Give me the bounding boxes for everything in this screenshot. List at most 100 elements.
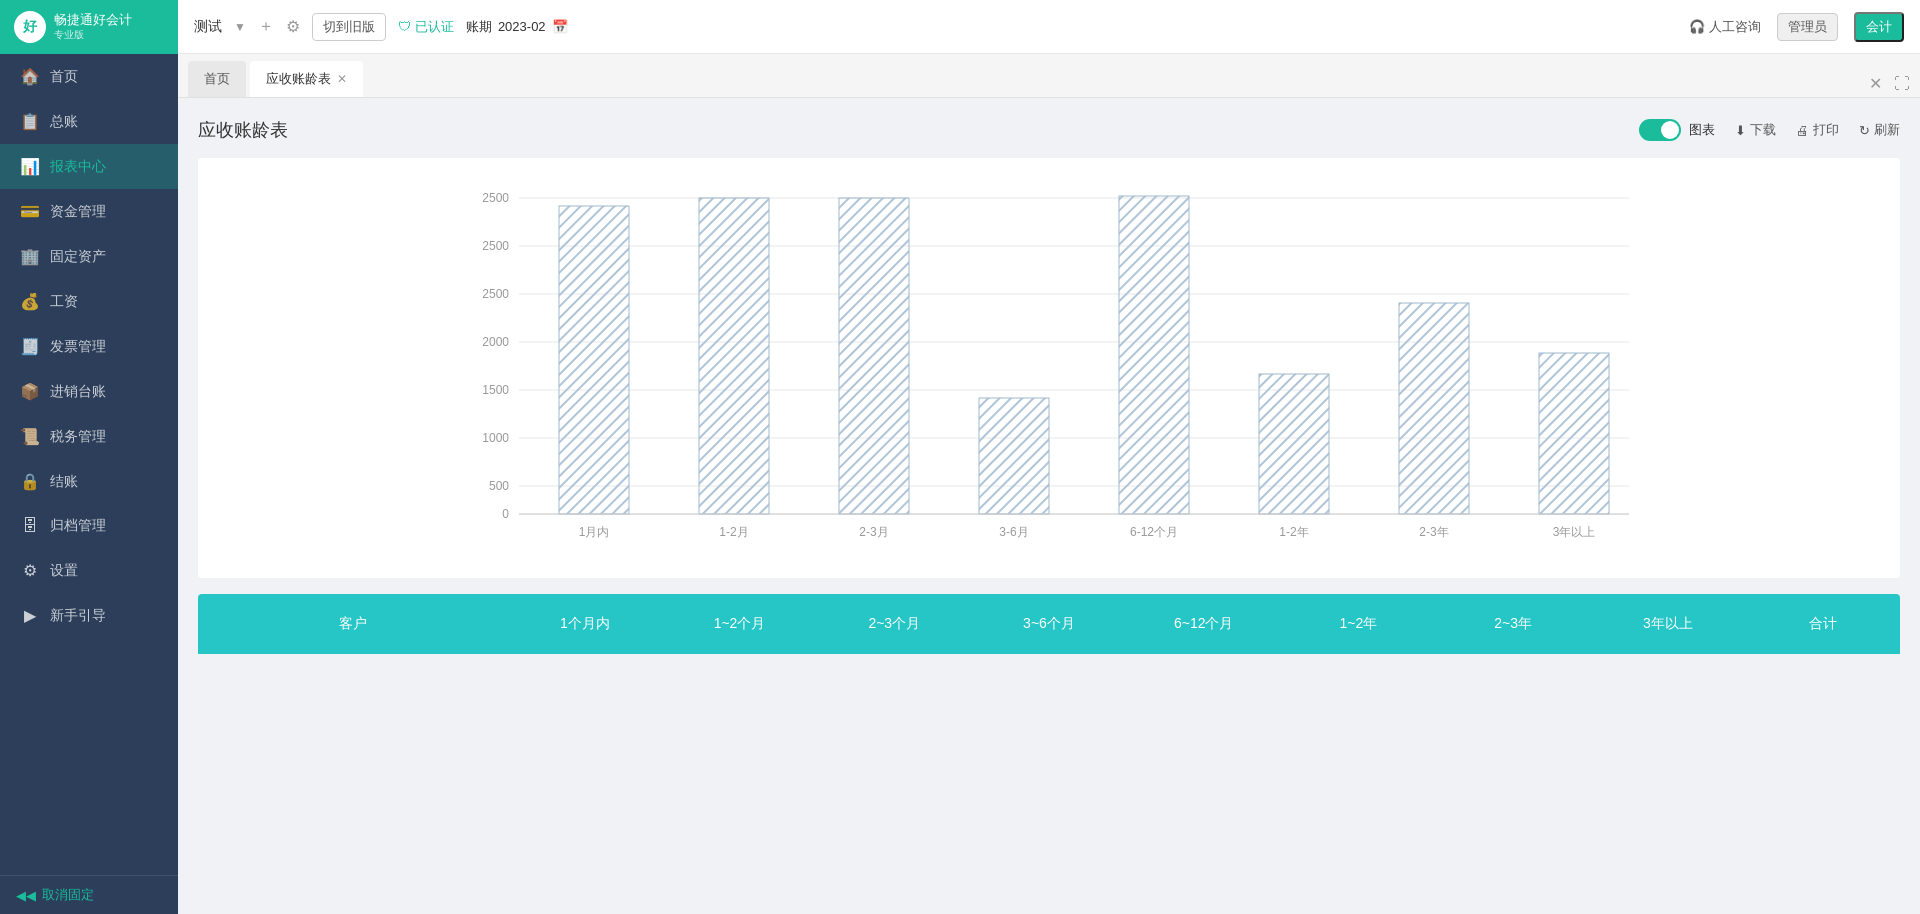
sidebar-item-label: 报表中心 xyxy=(50,158,106,176)
salary-icon: 💰 xyxy=(20,292,40,311)
sidebar-item-guide[interactable]: ▶ 新手引导 xyxy=(0,593,178,638)
col-6-12month: 6~12个月 xyxy=(1126,594,1281,654)
logo-main: 畅捷通好会计 xyxy=(54,12,132,29)
tab-home[interactable]: 首页 xyxy=(188,61,246,97)
sidebar-item-purchase[interactable]: 📦 进销台账 xyxy=(0,369,178,414)
col-total: 合计 xyxy=(1745,594,1900,654)
refresh-label: 刷新 xyxy=(1874,121,1900,139)
accountant-button[interactable]: 会计 xyxy=(1854,12,1904,42)
sidebar-item-home[interactable]: 🏠 首页 xyxy=(0,54,178,99)
svg-text:1000: 1000 xyxy=(482,431,509,445)
closing-icon: 🔒 xyxy=(20,472,40,491)
sidebar-item-label: 归档管理 xyxy=(50,517,106,535)
sidebar-nav: 🏠 首页 📋 总账 📊 报表中心 💳 资金管理 🏢 固定资产 💰 工资 🧾 发票… xyxy=(0,54,178,875)
cancel-fixed-button[interactable]: ◀◀ 取消固定 xyxy=(0,875,178,914)
tab-ar-aging[interactable]: 应收账龄表 ✕ xyxy=(250,61,363,97)
sidebar-item-assets[interactable]: 🏢 固定资产 xyxy=(0,234,178,279)
close-window-icon[interactable]: ✕ xyxy=(1869,74,1882,93)
switch-version-button[interactable]: 切到旧版 xyxy=(312,13,386,41)
svg-text:0: 0 xyxy=(502,507,509,521)
svg-text:2500: 2500 xyxy=(482,239,509,253)
logo-sub: 专业版 xyxy=(54,28,132,42)
reports-icon: 📊 xyxy=(20,157,40,176)
expand-icon[interactable]: ⛶ xyxy=(1894,75,1910,93)
settings-icon: ⚙ xyxy=(20,561,40,580)
verified-label: 已认证 xyxy=(415,18,454,36)
chart-toggle-label: 图表 xyxy=(1689,121,1715,139)
sidebar-item-label: 资金管理 xyxy=(50,203,106,221)
headset-icon: 🎧 xyxy=(1689,19,1705,34)
sidebar-item-label: 新手引导 xyxy=(50,607,106,625)
sidebar-item-funds[interactable]: 💳 资金管理 xyxy=(0,189,178,234)
sidebar-item-ledger[interactable]: 📋 总账 xyxy=(0,99,178,144)
sidebar-item-settings[interactable]: ⚙ 设置 xyxy=(0,548,178,593)
bar-6 xyxy=(1259,374,1329,514)
company-dropdown-icon[interactable]: ▼ xyxy=(234,20,246,34)
tabbar: 首页 应收账龄表 ✕ ✕ ⛶ xyxy=(178,54,1920,98)
sidebar-item-salary[interactable]: 💰 工资 xyxy=(0,279,178,324)
tabbar-actions: ✕ ⛶ xyxy=(1869,74,1920,97)
download-icon: ⬇ xyxy=(1735,123,1746,138)
period-value: 2023-02 xyxy=(498,19,546,34)
add-company-icon[interactable]: ＋ xyxy=(258,16,274,37)
svg-text:2500: 2500 xyxy=(482,287,509,301)
bar-2 xyxy=(699,198,769,514)
svg-text:6-12个月: 6-12个月 xyxy=(1130,525,1178,539)
tab-close-icon[interactable]: ✕ xyxy=(337,72,347,86)
sidebar-item-reports[interactable]: 📊 报表中心 xyxy=(0,144,178,189)
col-3-6month: 3~6个月 xyxy=(972,594,1127,654)
download-label: 下载 xyxy=(1750,121,1776,139)
sidebar-item-tax[interactable]: 📜 税务管理 xyxy=(0,414,178,459)
col-1-2year: 1~2年 xyxy=(1281,594,1436,654)
svg-text:2500: 2500 xyxy=(482,191,509,205)
col-2-3year: 2~3年 xyxy=(1436,594,1591,654)
chart-inner: 2500 2500 2500 2000 1500 1000 500 0 xyxy=(218,178,1880,558)
sidebar-item-label: 工资 xyxy=(50,293,78,311)
logo-text: 畅捷通好会计 专业版 xyxy=(54,12,132,43)
sidebar-item-invoice[interactable]: 🧾 发票管理 xyxy=(0,324,178,369)
ledger-icon: 📋 xyxy=(20,112,40,131)
svg-text:2000: 2000 xyxy=(482,335,509,349)
period-label: 账期 xyxy=(466,18,492,36)
sidebar-item-label: 总账 xyxy=(50,113,78,131)
funds-icon: 💳 xyxy=(20,202,40,221)
period-display: 账期 2023-02 📅 xyxy=(466,18,568,36)
content-area: 应收账龄表 图表 ⬇ 下载 🖨 打印 ↻ 刷新 xyxy=(178,98,1920,914)
refresh-icon: ↻ xyxy=(1859,123,1870,138)
tab-label: 首页 xyxy=(204,70,230,88)
col-1month: 1个月内 xyxy=(507,594,662,654)
svg-text:3-6月: 3-6月 xyxy=(999,525,1028,539)
sidebar-item-label: 设置 xyxy=(50,562,78,580)
main-area: 测试 ▼ ＋ ⚙ 切到旧版 🛡 已认证 账期 2023-02 📅 🎧 人工咨询 … xyxy=(178,0,1920,914)
print-button[interactable]: 🖨 打印 xyxy=(1796,121,1839,139)
col-customer: 客户 xyxy=(198,594,507,654)
sidebar-item-label: 税务管理 xyxy=(50,428,106,446)
sidebar-logo: 好 畅捷通好会计 专业版 xyxy=(0,0,178,54)
svg-text:1-2年: 1-2年 xyxy=(1279,525,1308,539)
purchase-icon: 📦 xyxy=(20,382,40,401)
svg-text:2-3年: 2-3年 xyxy=(1419,525,1448,539)
calendar-icon[interactable]: 📅 xyxy=(552,19,568,34)
table-header: 客户 1个月内 1~2个月 2~3个月 3~6个月 6~12个月 1~2年 2~… xyxy=(198,594,1900,654)
chart-toggle: 图表 xyxy=(1639,119,1715,141)
bar-8 xyxy=(1539,353,1609,514)
download-button[interactable]: ⬇ 下载 xyxy=(1735,121,1776,139)
tax-icon: 📜 xyxy=(20,427,40,446)
pin-icon: ◀◀ xyxy=(16,888,36,903)
bar-4 xyxy=(979,398,1049,514)
settings-icon[interactable]: ⚙ xyxy=(286,17,300,36)
tab-label: 应收账龄表 xyxy=(266,70,331,88)
bar-7 xyxy=(1399,303,1469,514)
bar-3 xyxy=(839,198,909,514)
sidebar-item-archive[interactable]: 🗄 归档管理 xyxy=(0,504,178,548)
sidebar-item-closing[interactable]: 🔒 结账 xyxy=(0,459,178,504)
page-header: 应收账龄表 图表 ⬇ 下载 🖨 打印 ↻ 刷新 xyxy=(198,118,1900,142)
svg-text:3年以上: 3年以上 xyxy=(1553,525,1596,539)
bar-5 xyxy=(1119,196,1189,514)
service-button[interactable]: 🎧 人工咨询 xyxy=(1689,18,1761,36)
refresh-button[interactable]: ↻ 刷新 xyxy=(1859,121,1900,139)
manager-button[interactable]: 管理员 xyxy=(1777,13,1838,41)
sidebar: 好 畅捷通好会计 专业版 🏠 首页 📋 总账 📊 报表中心 💳 资金管理 🏢 固… xyxy=(0,0,178,914)
chart-toggle-switch[interactable] xyxy=(1639,119,1681,141)
svg-text:2-3月: 2-3月 xyxy=(859,525,888,539)
